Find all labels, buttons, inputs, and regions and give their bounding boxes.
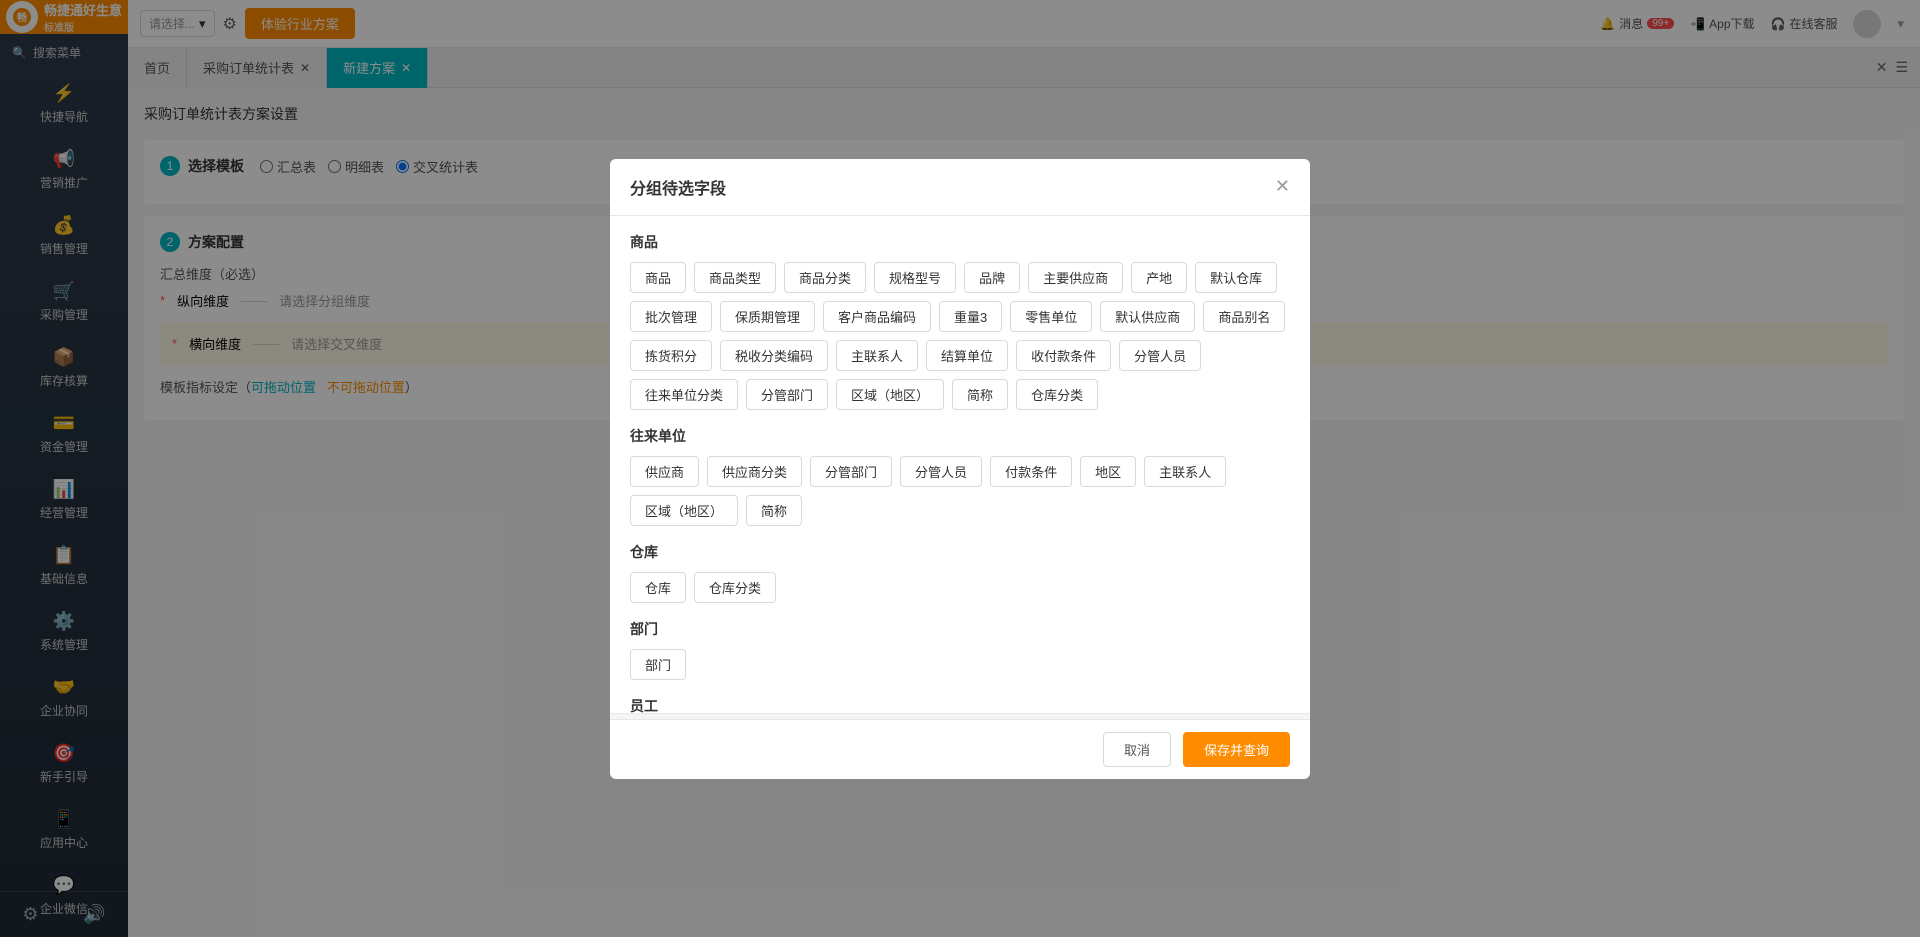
tag-goods-10[interactable]: 客户商品编码	[823, 301, 931, 332]
modal-header: 分组待选字段 ✕	[610, 159, 1310, 216]
tag-goods-23[interactable]: 区域（地区）	[836, 379, 944, 410]
tag-partner-1[interactable]: 供应商分类	[707, 456, 802, 487]
tag-goods-14[interactable]: 商品别名	[1203, 301, 1285, 332]
tag-goods-0[interactable]: 商品	[630, 262, 686, 293]
tag-goods-2[interactable]: 商品分类	[784, 262, 866, 293]
tag-goods-25[interactable]: 仓库分类	[1016, 379, 1098, 410]
tag-goods-3[interactable]: 规格型号	[874, 262, 956, 293]
tag-partner-8[interactable]: 简称	[746, 495, 802, 526]
tag-goods-19[interactable]: 收付款条件	[1016, 340, 1111, 371]
section-goods-tags: 商品 商品类型 商品分类 规格型号 品牌 主要供应商 产地 默认仓库 批次管理 …	[630, 262, 1290, 410]
tag-goods-6[interactable]: 产地	[1131, 262, 1187, 293]
tag-department-0[interactable]: 部门	[630, 649, 686, 680]
tag-warehouse-0[interactable]: 仓库	[630, 572, 686, 603]
section-goods: 商品 商品 商品类型 商品分类 规格型号 品牌 主要供应商 产地 默认仓库 批次…	[630, 232, 1290, 410]
modal-title: 分组待选字段	[630, 175, 726, 199]
tag-partner-4[interactable]: 付款条件	[990, 456, 1072, 487]
tag-goods-15[interactable]: 拣货积分	[630, 340, 712, 371]
section-employee-title: 员工	[630, 696, 1290, 713]
section-employee: 员工 业务员	[630, 696, 1290, 713]
field-select-modal: 分组待选字段 ✕ 商品 商品 商品类型 商品分类 规格型号 品牌 主要供应商 产…	[610, 159, 1310, 779]
tag-partner-5[interactable]: 地区	[1080, 456, 1136, 487]
tag-goods-8[interactable]: 批次管理	[630, 301, 712, 332]
tag-goods-16[interactable]: 税收分类编码	[720, 340, 828, 371]
section-partner-tags: 供应商 供应商分类 分管部门 分管人员 付款条件 地区 主联系人 区域（地区） …	[630, 456, 1290, 526]
tag-goods-12[interactable]: 零售单位	[1010, 301, 1092, 332]
tag-partner-3[interactable]: 分管人员	[900, 456, 982, 487]
tag-partner-7[interactable]: 区域（地区）	[630, 495, 738, 526]
tag-goods-13[interactable]: 默认供应商	[1100, 301, 1195, 332]
section-warehouse-tags: 仓库 仓库分类	[630, 572, 1290, 603]
modal-overlay[interactable]: 分组待选字段 ✕ 商品 商品 商品类型 商品分类 规格型号 品牌 主要供应商 产…	[0, 0, 1920, 937]
section-warehouse-title: 仓库	[630, 542, 1290, 562]
section-department-title: 部门	[630, 619, 1290, 639]
tag-partner-0[interactable]: 供应商	[630, 456, 699, 487]
modal-footer: 取消 保存并查询	[610, 719, 1310, 779]
tag-goods-7[interactable]: 默认仓库	[1195, 262, 1277, 293]
section-partner: 往来单位 供应商 供应商分类 分管部门 分管人员 付款条件 地区 主联系人 区域…	[630, 426, 1290, 526]
tag-goods-20[interactable]: 分管人员	[1119, 340, 1201, 371]
section-goods-title: 商品	[630, 232, 1290, 252]
cancel-button[interactable]: 取消	[1103, 732, 1171, 767]
tag-warehouse-1[interactable]: 仓库分类	[694, 572, 776, 603]
tag-goods-22[interactable]: 分管部门	[746, 379, 828, 410]
tag-goods-18[interactable]: 结算单位	[926, 340, 1008, 371]
modal-close-icon[interactable]: ✕	[1275, 176, 1290, 197]
section-warehouse: 仓库 仓库 仓库分类	[630, 542, 1290, 603]
section-partner-title: 往来单位	[630, 426, 1290, 446]
tag-goods-24[interactable]: 简称	[952, 379, 1008, 410]
modal-body: 商品 商品 商品类型 商品分类 规格型号 品牌 主要供应商 产地 默认仓库 批次…	[610, 216, 1310, 713]
tag-partner-6[interactable]: 主联系人	[1144, 456, 1226, 487]
tag-goods-5[interactable]: 主要供应商	[1028, 262, 1123, 293]
confirm-button[interactable]: 保存并查询	[1183, 732, 1290, 767]
section-department: 部门 部门	[630, 619, 1290, 680]
tag-goods-21[interactable]: 往来单位分类	[630, 379, 738, 410]
tag-goods-1[interactable]: 商品类型	[694, 262, 776, 293]
tag-goods-17[interactable]: 主联系人	[836, 340, 918, 371]
tag-goods-11[interactable]: 重量3	[939, 301, 1002, 332]
tag-goods-9[interactable]: 保质期管理	[720, 301, 815, 332]
tag-partner-2[interactable]: 分管部门	[810, 456, 892, 487]
section-department-tags: 部门	[630, 649, 1290, 680]
tag-goods-4[interactable]: 品牌	[964, 262, 1020, 293]
